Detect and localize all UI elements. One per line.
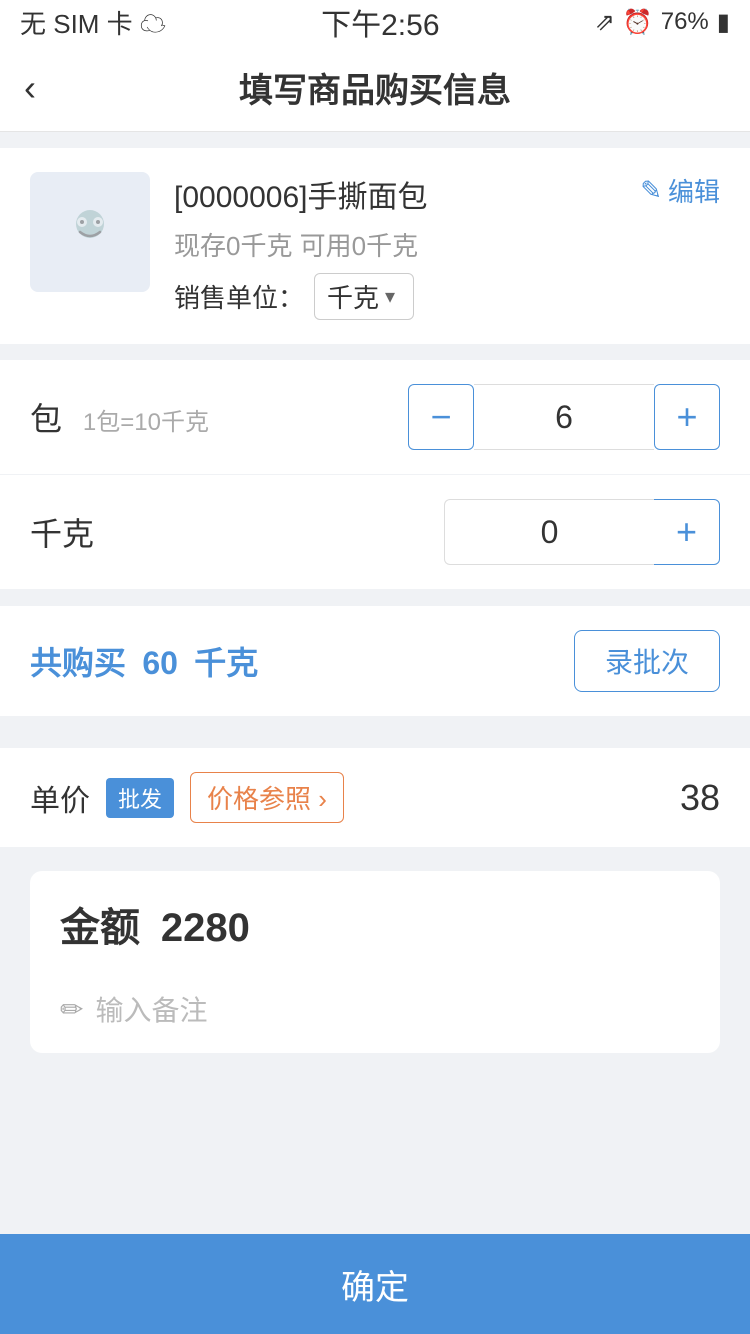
summary-amount: 60 (142, 645, 178, 681)
price-row: 单价 批发 价格参照 › 38 (30, 772, 720, 823)
confirm-bar[interactable]: 确定 (0, 1234, 750, 1334)
pencil-icon: ✏ (60, 993, 83, 1026)
product-unit-row: 销售单位： 千克 ▾ (174, 273, 720, 320)
kg-stepper: + (444, 499, 720, 565)
summary-row: 共购买 60 千克 录批次 (0, 606, 750, 716)
pack-hint: 1包=10千克 (83, 409, 209, 436)
pack-minus-button[interactable]: − (408, 384, 474, 450)
product-info: [0000006]手撕面包 ✎ 编辑 现存0千克 可用0千克 销售单位： 千克 … (174, 172, 720, 320)
battery-text: 76% (661, 8, 709, 36)
kg-plus-button[interactable]: + (654, 499, 720, 565)
kg-label: 千克 (30, 509, 444, 555)
input-section: 包 1包=10千克 − + 千克 + (0, 360, 750, 590)
unit-select-arrow: ▾ (385, 284, 395, 309)
price-section: 单价 批发 价格参照 › 38 (0, 748, 750, 847)
nav-bar: ‹ 填写商品购买信息 (0, 44, 750, 132)
page-title: 填写商品购买信息 (239, 63, 511, 112)
pack-stepper: − + (408, 384, 720, 450)
kg-input[interactable] (444, 499, 654, 565)
summary-text: 共购买 60 千克 (30, 638, 258, 684)
unit-value: 千克 (327, 278, 379, 315)
edit-label: 编辑 (668, 172, 720, 209)
battery-icon: ▮ (717, 8, 730, 37)
price-badge: 批发 (106, 778, 174, 818)
note-row: ✏ 输入备注 (30, 977, 720, 1053)
kg-row: 千克 + (0, 475, 750, 590)
back-button[interactable]: ‹ (24, 67, 36, 109)
confirm-button[interactable]: 确定 (341, 1260, 409, 1309)
pack-plus-button[interactable]: + (654, 384, 720, 450)
status-bar: 无 SIM 卡 ☁ 下午2:56 ⇗ ⏰ 76% ▮ (0, 0, 750, 44)
note-placeholder[interactable]: 输入备注 (95, 989, 207, 1029)
pack-input[interactable] (474, 384, 654, 450)
price-ref-button[interactable]: 价格参照 › (190, 772, 344, 823)
divider-3 (0, 716, 750, 732)
status-left: 无 SIM 卡 ☁ (20, 4, 166, 41)
price-value: 38 (680, 777, 720, 819)
amount-text: 金额 2280 (60, 912, 250, 948)
price-label: 单价 (30, 776, 90, 820)
amount-value: 2280 (161, 906, 250, 950)
edit-button[interactable]: ✎ 编辑 (640, 172, 720, 209)
status-time: 下午2:56 (321, 0, 439, 44)
product-logo-icon (60, 202, 120, 262)
unit-select[interactable]: 千克 ▾ (314, 273, 414, 320)
status-right: ⇗ ⏰ 76% ▮ (595, 8, 730, 37)
amount-section: 金额 2280 ✏ 输入备注 (0, 847, 750, 1053)
location-icon: ⇗ (595, 8, 615, 37)
product-image (30, 172, 150, 292)
divider-2 (0, 590, 750, 606)
product-card: [0000006]手撕面包 ✎ 编辑 现存0千克 可用0千克 销售单位： 千克 … (0, 148, 750, 344)
pack-row: 包 1包=10千克 − + (0, 360, 750, 475)
amount-row: 金额 2280 (30, 871, 720, 977)
sim-status: 无 SIM 卡 ☁ (20, 4, 166, 41)
unit-label: 销售单位： (174, 278, 304, 315)
alarm-icon: ⏰ (623, 8, 653, 37)
pack-label: 包 1包=10千克 (30, 394, 408, 440)
batch-button[interactable]: 录批次 (574, 630, 720, 692)
edit-icon: ✎ (640, 175, 662, 206)
product-stock: 现存0千克 可用0千克 (174, 226, 720, 263)
product-name: [0000006]手撕面包 (174, 172, 427, 216)
divider-1 (0, 344, 750, 360)
